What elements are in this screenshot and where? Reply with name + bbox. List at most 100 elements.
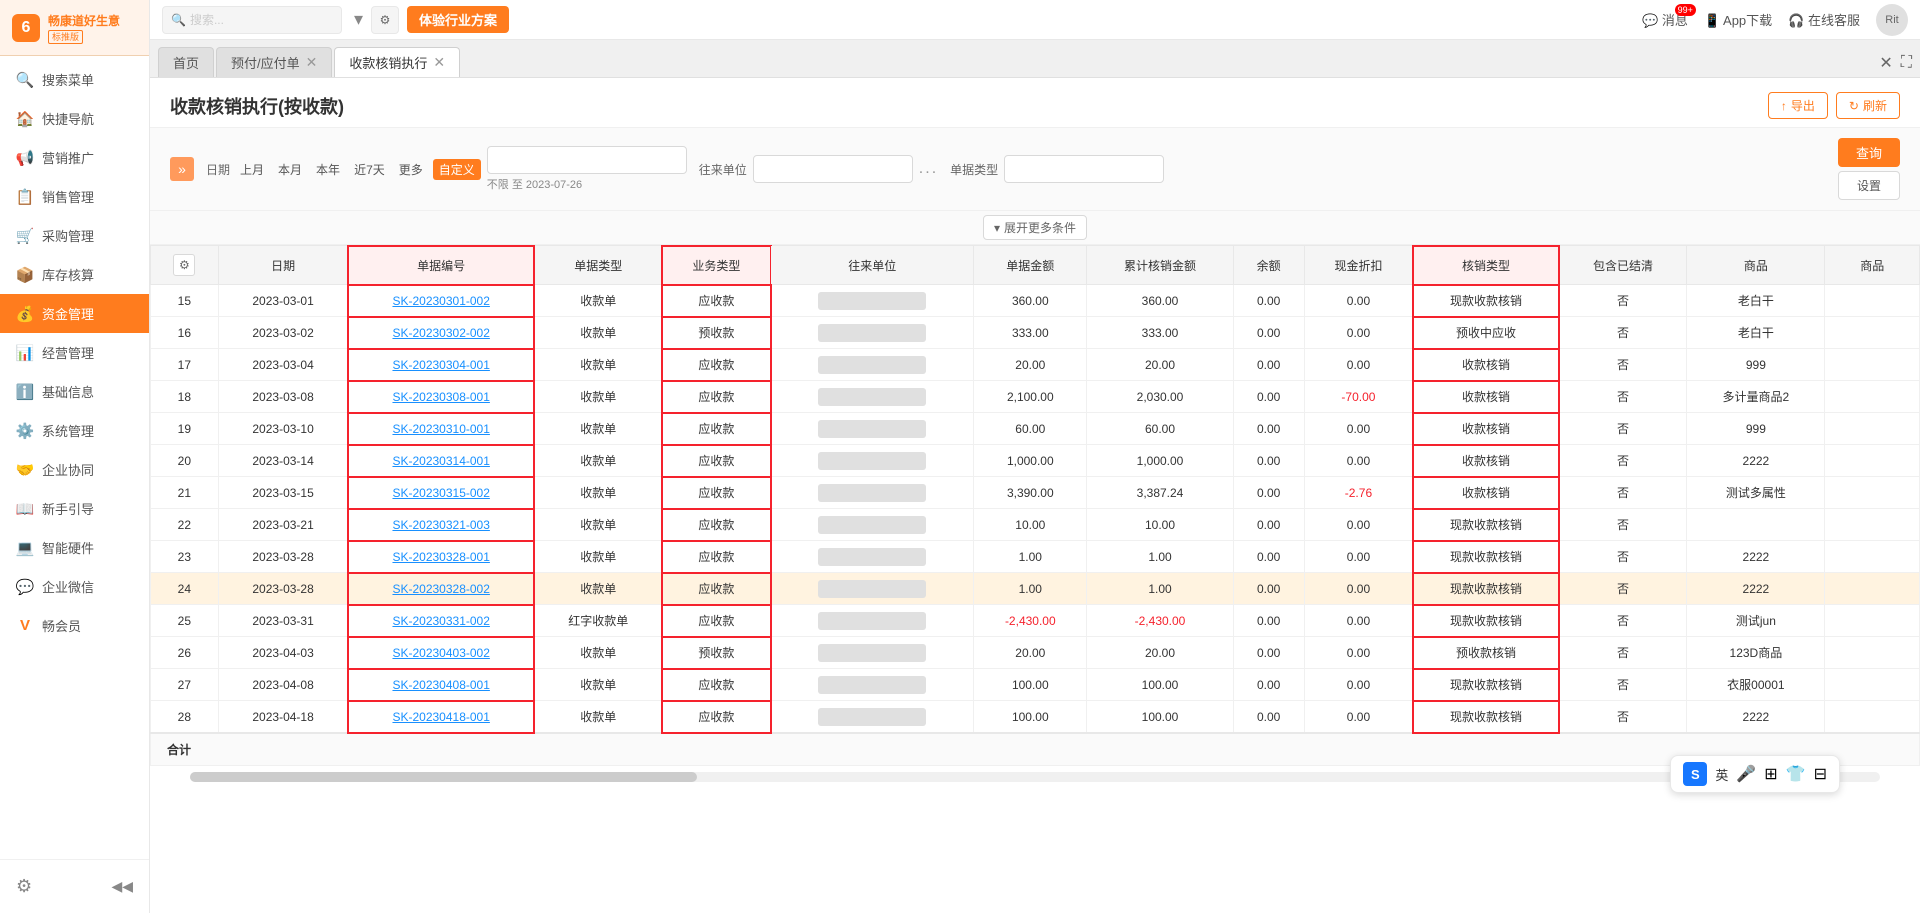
cell-verify-type: 现款收款核销 <box>1413 573 1559 605</box>
grid-icon[interactable]: ⊞ <box>1764 764 1777 784</box>
partner-dots[interactable]: ... <box>919 160 938 178</box>
tab-payable-close[interactable]: ✕ <box>306 54 318 71</box>
doc-no-link[interactable]: SK-20230331-002 <box>392 614 489 628</box>
cell-date: 2023-03-01 <box>218 285 348 317</box>
cell-include-settled: 否 <box>1559 413 1687 445</box>
doc-no-link[interactable]: SK-20230302-002 <box>392 326 489 340</box>
sidebar-item-purchase[interactable]: 🛒 采购管理 <box>0 216 149 255</box>
user-avatar[interactable]: Rit <box>1876 4 1908 36</box>
solution-button[interactable]: 体验行业方案 <box>407 6 509 33</box>
filter-last-month[interactable]: 上月 <box>236 159 268 180</box>
doc-no-link[interactable]: SK-20230418-001 <box>392 710 489 724</box>
cell-doc-type: 收款单 <box>534 509 662 541</box>
sidebar-item-inventory[interactable]: 📦 库存核算 <box>0 255 149 294</box>
query-button[interactable]: 查询 <box>1838 138 1900 167</box>
cell-goods2 <box>1825 477 1920 509</box>
tab-home[interactable]: 首页 <box>158 47 214 77</box>
cell-goods: 老白干 <box>1687 317 1825 349</box>
filter-settings-button[interactable]: 设置 <box>1838 171 1900 200</box>
mic-icon[interactable]: 🎤 <box>1736 764 1756 784</box>
cell-include-settled: 否 <box>1559 445 1687 477</box>
cell-biz-type: 应收款 <box>662 445 771 477</box>
sidebar-bottom-settings[interactable]: ⚙ ◀◀ <box>0 868 149 905</box>
cell-biz-type: 应收款 <box>662 349 771 381</box>
doc-no-link[interactable]: SK-20230315-002 <box>392 486 489 500</box>
filter-more[interactable]: 更多 <box>395 159 427 180</box>
sidebar-item-operations[interactable]: 📊 经营管理 <box>0 333 149 372</box>
filter-toggle-button[interactable]: » <box>170 157 194 181</box>
sidebar-item-hardware[interactable]: 💻 智能硬件 <box>0 528 149 567</box>
filter-voucher-type-select[interactable] <box>1004 155 1164 183</box>
cell-amount: -2,430.00 <box>974 605 1087 637</box>
home-icon: 🏠 <box>16 110 34 128</box>
cell-biz-type: 应收款 <box>662 701 771 734</box>
cell-partner: ████████ <box>771 605 974 637</box>
sidebar-item-basic[interactable]: ℹ️ 基础信息 <box>0 372 149 411</box>
filter-custom-btn[interactable]: 自定义 <box>433 159 481 180</box>
expand-conditions-button[interactable]: ▾ 展开更多条件 <box>983 215 1087 240</box>
cell-date: 2023-03-21 <box>218 509 348 541</box>
cell-balance: 0.00 <box>1233 541 1304 573</box>
shirt-icon[interactable]: 👕 <box>1786 764 1806 784</box>
export-button[interactable]: ↑ 导出 <box>1768 92 1828 119</box>
sidebar-item-finance[interactable]: 💰 资金管理 <box>0 294 149 333</box>
support-button[interactable]: 🎧 在线客服 <box>1788 10 1860 29</box>
tab-collection-close[interactable]: ✕ <box>433 54 445 71</box>
logo-text: 畅康道好生意 标推版 <box>48 12 120 43</box>
filter-date-input[interactable] <box>487 146 687 174</box>
horizontal-scrollbar[interactable] <box>190 772 1880 782</box>
messages-button[interactable]: 💬 消息 99+ <box>1642 10 1688 29</box>
doc-no-link[interactable]: SK-20230321-003 <box>392 518 489 532</box>
tab-collection[interactable]: 收款核销执行 ✕ <box>334 47 460 77</box>
total-row: 合计 <box>151 733 1920 766</box>
cell-goods2 <box>1825 605 1920 637</box>
sidebar-item-newbie[interactable]: 📖 新手引导 <box>0 489 149 528</box>
sales-icon: 📋 <box>16 188 34 206</box>
sidebar-item-wechat[interactable]: 💬 企业微信 <box>0 567 149 606</box>
doc-no-link[interactable]: SK-20230314-001 <box>392 454 489 468</box>
apps-icon[interactable]: ⊟ <box>1814 764 1827 784</box>
cell-verify-type: 收款核销 <box>1413 445 1559 477</box>
cell-cum-amount: 100.00 <box>1087 701 1233 734</box>
filter-date-sub: 不限 至 2023-07-26 <box>487 176 687 192</box>
sidebar-nav: 🔍 搜索菜单 🏠 快捷导航 📢 营销推广 📋 销售管理 🛒 采购管理 📦 库存核… <box>0 56 149 859</box>
cell-partner: ████████ <box>771 541 974 573</box>
app-download-button[interactable]: 📱 App下载 <box>1704 10 1772 29</box>
cell-doc-no: SK-20230403-002 <box>348 637 534 669</box>
doc-no-link[interactable]: SK-20230310-001 <box>392 422 489 436</box>
export-icon: ↑ <box>1781 99 1787 113</box>
col-settings-icon[interactable]: ⚙ <box>173 254 195 276</box>
sidebar-item-member[interactable]: V 畅会员 <box>0 606 149 645</box>
filter-this-month[interactable]: 本月 <box>274 159 306 180</box>
close-tab-icon[interactable]: ✕ <box>1879 53 1892 73</box>
filter-partner-input[interactable] <box>753 155 913 183</box>
maximize-icon[interactable]: ⛶ <box>1901 54 1912 72</box>
sidebar-item-sales[interactable]: 📋 销售管理 <box>0 177 149 216</box>
filter-this-year[interactable]: 本年 <box>312 159 344 180</box>
doc-no-link[interactable]: SK-20230304-001 <box>392 358 489 372</box>
col-header-settings[interactable]: ⚙ <box>151 246 219 285</box>
doc-no-link[interactable]: SK-20230328-001 <box>392 550 489 564</box>
doc-no-link[interactable]: SK-20230403-002 <box>392 646 489 660</box>
tab-payable[interactable]: 预付/应付单 ✕ <box>216 47 332 77</box>
topbar-dropdown-icon[interactable]: ▾ <box>354 9 363 30</box>
doc-no-link[interactable]: SK-20230328-002 <box>392 582 489 596</box>
cell-biz-type: 应收款 <box>662 573 771 605</box>
cell-date: 2023-03-08 <box>218 381 348 413</box>
sidebar-item-enterprise[interactable]: 🤝 企业协同 <box>0 450 149 489</box>
sidebar-item-search[interactable]: 🔍 搜索菜单 <box>0 60 149 99</box>
doc-no-link[interactable]: SK-20230308-001 <box>392 390 489 404</box>
cell-cum-amount: 2,030.00 <box>1087 381 1233 413</box>
cell-verify-type: 收款核销 <box>1413 349 1559 381</box>
collapse-icon[interactable]: ◀◀ <box>111 878 133 895</box>
cell-doc-type: 收款单 <box>534 541 662 573</box>
doc-no-link[interactable]: SK-20230408-001 <box>392 678 489 692</box>
doc-no-link[interactable]: SK-20230301-002 <box>392 294 489 308</box>
sidebar-item-marketing[interactable]: 📢 营销推广 <box>0 138 149 177</box>
scrollbar-thumb[interactable] <box>190 772 697 782</box>
sidebar-item-quicknav[interactable]: 🏠 快捷导航 <box>0 99 149 138</box>
filter-7days[interactable]: 近7天 <box>350 159 389 180</box>
refresh-button[interactable]: ↻ 刷新 <box>1836 92 1900 119</box>
sidebar-item-system[interactable]: ⚙️ 系统管理 <box>0 411 149 450</box>
topbar-gear-button[interactable]: ⚙ <box>371 6 399 34</box>
